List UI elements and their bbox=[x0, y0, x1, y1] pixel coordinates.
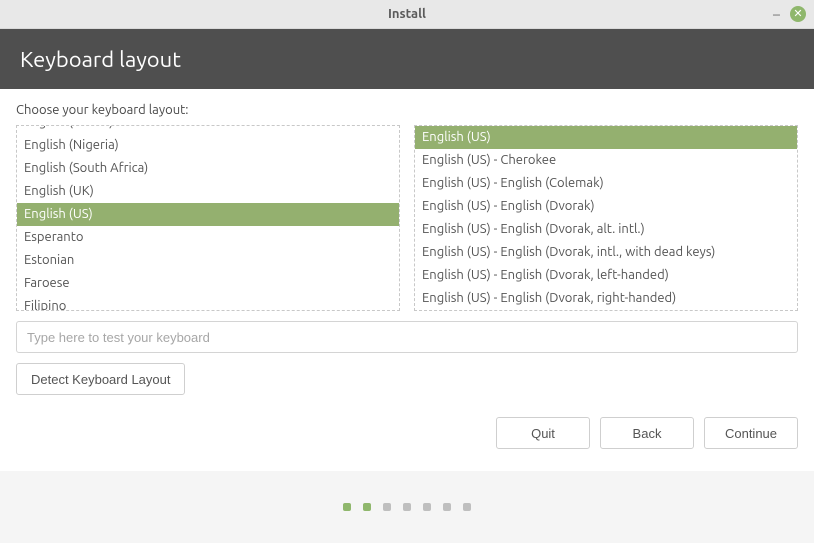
minimize-icon[interactable]: – bbox=[773, 7, 780, 21]
titlebar: Install – ✕ bbox=[0, 0, 814, 29]
lists-row: English (Ghana)English (Nigeria)English … bbox=[16, 125, 798, 311]
variant-item[interactable]: English (US) - English (Dvorak, intl., w… bbox=[415, 241, 797, 264]
variant-item[interactable]: English (US) - English (Dvorak, left-han… bbox=[415, 264, 797, 287]
progress-step bbox=[363, 503, 371, 511]
layout-item[interactable]: English (US) bbox=[17, 203, 399, 226]
window-controls: – ✕ bbox=[773, 0, 806, 28]
nav-buttons: Quit Back Continue bbox=[0, 395, 814, 449]
layout-item[interactable]: English (South Africa) bbox=[17, 157, 399, 180]
layouts-listbox[interactable]: English (Ghana)English (Nigeria)English … bbox=[16, 125, 400, 311]
page-title: Keyboard layout bbox=[20, 47, 181, 72]
variant-item[interactable]: English (US) bbox=[415, 126, 797, 149]
progress-step bbox=[423, 503, 431, 511]
progress-step bbox=[443, 503, 451, 511]
back-button[interactable]: Back bbox=[600, 417, 694, 449]
quit-button[interactable]: Quit bbox=[496, 417, 590, 449]
keyboard-test-input[interactable] bbox=[16, 321, 798, 353]
layout-item[interactable]: Esperanto bbox=[17, 226, 399, 249]
content-area: Choose your keyboard layout: English (Gh… bbox=[0, 89, 814, 395]
variant-item[interactable]: English (US) - English (Colemak) bbox=[415, 172, 797, 195]
detect-keyboard-button[interactable]: Detect Keyboard Layout bbox=[16, 363, 185, 395]
progress-step bbox=[383, 503, 391, 511]
continue-button[interactable]: Continue bbox=[704, 417, 798, 449]
variant-item[interactable]: English (US) - Cherokee bbox=[415, 149, 797, 172]
layout-item[interactable]: English (Ghana) bbox=[17, 125, 399, 134]
variants-listbox[interactable]: English (US)English (US) - CherokeeEngli… bbox=[414, 125, 798, 311]
progress-step bbox=[403, 503, 411, 511]
close-icon[interactable]: ✕ bbox=[790, 6, 806, 22]
layout-item[interactable]: Estonian bbox=[17, 249, 399, 272]
layout-item[interactable]: English (UK) bbox=[17, 180, 399, 203]
progress-footer bbox=[0, 471, 814, 543]
layout-item[interactable]: Filipino bbox=[17, 295, 399, 311]
layout-item[interactable]: Faroese bbox=[17, 272, 399, 295]
variant-item[interactable]: English (US) - English (Dvorak) bbox=[415, 195, 797, 218]
progress-step bbox=[463, 503, 471, 511]
page-header: Keyboard layout bbox=[0, 29, 814, 89]
progress-step bbox=[343, 503, 351, 511]
layout-item[interactable]: English (Nigeria) bbox=[17, 134, 399, 157]
window-title: Install bbox=[0, 7, 814, 21]
variant-item[interactable]: English (US) - English (Dvorak, alt. int… bbox=[415, 218, 797, 241]
variant-item[interactable]: English (US) - English (Dvorak, right-ha… bbox=[415, 287, 797, 310]
prompt-label: Choose your keyboard layout: bbox=[16, 103, 798, 117]
